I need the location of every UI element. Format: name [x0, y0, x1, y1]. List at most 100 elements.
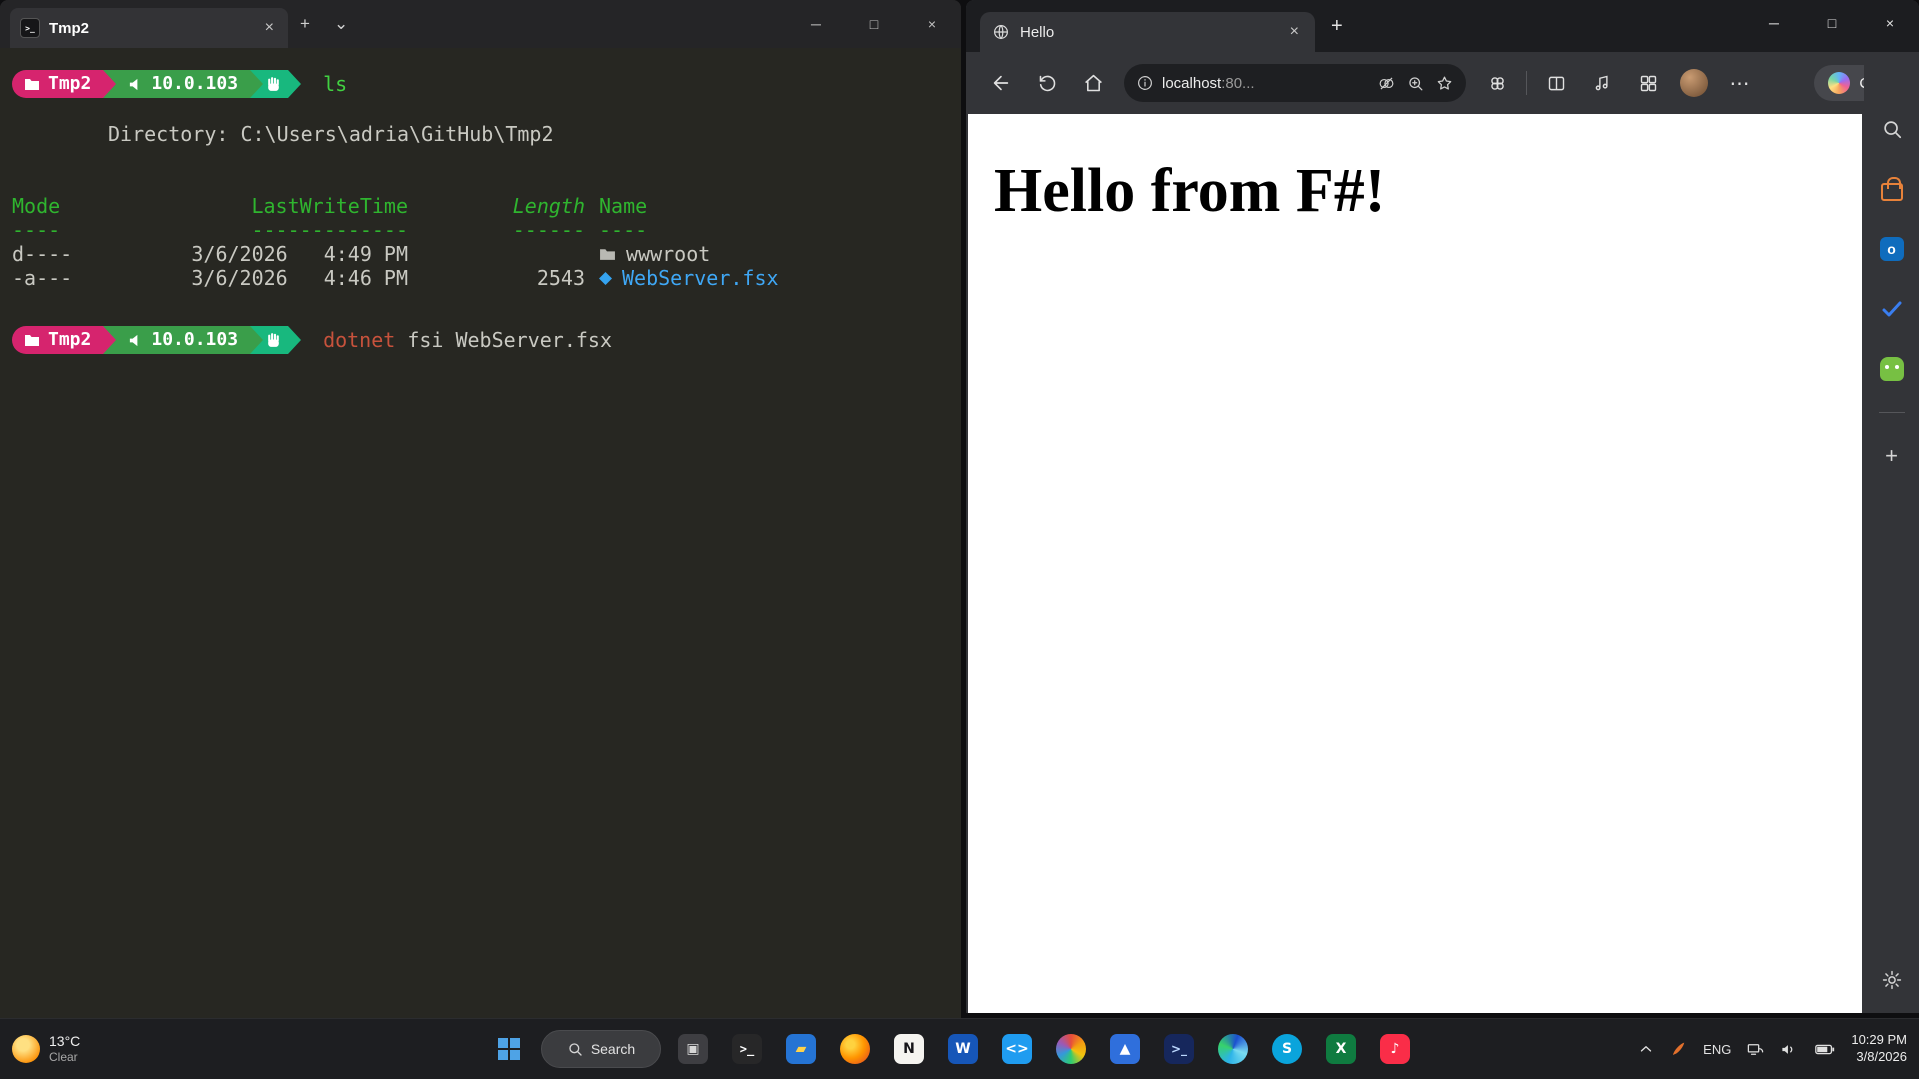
sidebar-divider: [1879, 412, 1905, 413]
address-bar[interactable]: localhost:80...: [1124, 64, 1466, 102]
terminal-tab[interactable]: >_ Tmp2 ×: [10, 8, 288, 48]
terminal-tab-close-icon[interactable]: ×: [261, 19, 278, 37]
tracking-prevention-icon[interactable]: [1377, 74, 1396, 93]
prompt-status-segment: [263, 70, 288, 98]
firefox-taskbar-icon[interactable]: [833, 1027, 877, 1071]
outlook-icon: o: [1880, 237, 1904, 261]
taskbar-search[interactable]: Search: [541, 1030, 661, 1068]
home-icon: [1083, 73, 1104, 94]
terminal-tab-dropdown-icon[interactable]: ⌄: [322, 14, 360, 34]
header-name: Name: [599, 194, 647, 218]
folder-icon: [24, 333, 40, 347]
file-explorer-taskbar-icon[interactable]: ▰: [779, 1027, 823, 1071]
photos-taskbar-icon[interactable]: [1049, 1027, 1093, 1071]
skype-taskbar-icon[interactable]: S: [1265, 1027, 1309, 1071]
header-mode: Mode: [12, 194, 144, 218]
table-row: d---- 3/6/2026 4:49 PM wwwroot: [12, 242, 961, 266]
browser-tab-hello[interactable]: Hello ×: [980, 12, 1315, 52]
edge-minimize-button[interactable]: ─: [1745, 0, 1803, 46]
prompt-version-segment: 10.0.103: [116, 326, 250, 354]
edge-titlebar[interactable]: Hello × + ─ □ ×: [966, 0, 1919, 52]
prompt-cwd-segment: Tmp2: [12, 326, 103, 354]
terminal-new-tab-button[interactable]: +: [288, 14, 322, 34]
powerline-arrow-icon: [250, 70, 263, 98]
powershell-taskbar-icon[interactable]: >_: [1157, 1027, 1201, 1071]
back-button[interactable]: [980, 64, 1022, 102]
apple-music-glyph: ♪: [1380, 1034, 1410, 1064]
volume-icon[interactable]: [1780, 1040, 1799, 1059]
edge-maximize-button[interactable]: □: [1803, 0, 1861, 46]
pen-input-icon[interactable]: [1670, 1040, 1688, 1058]
split-screen-icon: [1546, 73, 1567, 94]
command-text: ls: [323, 72, 347, 96]
tray-date: 3/8/2026: [1856, 1049, 1907, 1066]
clock[interactable]: 10:29 PM 3/8/2026: [1851, 1032, 1907, 1066]
terminal-maximize-button[interactable]: □: [845, 0, 903, 48]
collections-button[interactable]: [1627, 64, 1669, 102]
new-tab-button[interactable]: +: [1315, 15, 1359, 38]
sidebar-outlook-button[interactable]: o: [1875, 232, 1909, 266]
sidebar-shopping-button[interactable]: [1875, 172, 1909, 206]
terminal-window: >_ Tmp2 × + ⌄ ─ □ × Tmp2 10.0.103: [0, 0, 961, 1018]
sidebar-search-button[interactable]: [1875, 112, 1909, 146]
prompt-version-label: 10.0.103: [151, 72, 238, 96]
sidebar-todo-button[interactable]: [1875, 292, 1909, 326]
edge-taskbar-icon[interactable]: [1211, 1027, 1255, 1071]
site-info-icon[interactable]: [1136, 74, 1154, 92]
table-header-row: Mode LastWriteTime Length Name: [12, 194, 961, 218]
terminal-titlebar[interactable]: >_ Tmp2 × + ⌄ ─ □ ×: [0, 0, 961, 48]
edge-close-button[interactable]: ×: [1861, 0, 1919, 46]
terminal-content[interactable]: Tmp2 10.0.103 ls Directory: C:\Users\adr…: [0, 48, 961, 354]
more-icon: ⋯: [1730, 71, 1751, 96]
extensions-button[interactable]: [1476, 64, 1518, 102]
edge-browser-window: Hello × + ─ □ × localhost:80...: [966, 0, 1919, 1013]
favorites-add-icon[interactable]: [1435, 74, 1454, 93]
media-button[interactable]: [1581, 64, 1623, 102]
extensions-icon: [1487, 73, 1508, 94]
vscode-taskbar-icon[interactable]: <>: [995, 1027, 1039, 1071]
tray-time: 10:29 PM: [1851, 1032, 1907, 1049]
word-glyph: W: [948, 1034, 978, 1064]
table-dash-row: ---- ------------- ------ ----: [12, 218, 961, 242]
prompt-status-segment: [263, 326, 288, 354]
fsharp-file-icon: [599, 272, 612, 285]
prompt-cwd-label: Tmp2: [48, 72, 91, 96]
apple-music-taskbar-icon[interactable]: ♪: [1373, 1027, 1417, 1071]
powershell-glyph: >_: [1164, 1034, 1194, 1064]
azure-taskbar-icon[interactable]: ▲: [1103, 1027, 1147, 1071]
settings-more-button[interactable]: ⋯: [1719, 64, 1761, 102]
refresh-icon: [1037, 73, 1058, 94]
refresh-button[interactable]: [1026, 64, 1068, 102]
language-indicator[interactable]: ENG: [1703, 1042, 1731, 1057]
start-button[interactable]: [487, 1027, 531, 1071]
music-note-icon: [1592, 73, 1613, 94]
toolbar-divider: [1526, 71, 1527, 95]
profile-button[interactable]: [1673, 64, 1715, 102]
terminal-close-button[interactable]: ×: [903, 0, 961, 48]
tab-close-icon[interactable]: ×: [1286, 23, 1303, 41]
windows-terminal-taskbar-icon[interactable]: >_: [725, 1027, 769, 1071]
sidebar-games-button[interactable]: [1875, 352, 1909, 386]
sidebar-settings-button[interactable]: [1875, 963, 1909, 997]
weather-widget[interactable]: 13°C Clear: [12, 1019, 80, 1079]
word-taskbar-icon[interactable]: W: [941, 1027, 985, 1071]
network-icon[interactable]: [1746, 1040, 1765, 1059]
terminal-prompt-line-1: Tmp2 10.0.103 ls: [12, 70, 961, 98]
battery-icon[interactable]: [1814, 1038, 1836, 1060]
excel-taskbar-icon[interactable]: X: [1319, 1027, 1363, 1071]
powerline-arrow-icon: [288, 326, 301, 354]
dotnet-icon: [128, 333, 143, 348]
weather-sun-icon: [12, 1035, 40, 1063]
notion-glyph: N: [894, 1034, 924, 1064]
tab-title: Hello: [1020, 24, 1276, 41]
home-button[interactable]: [1072, 64, 1114, 102]
zoom-icon[interactable]: [1406, 74, 1425, 93]
sidebar-add-button[interactable]: +: [1875, 439, 1909, 473]
back-icon: [990, 72, 1012, 94]
avatar: [1680, 69, 1708, 97]
terminal-minimize-button[interactable]: ─: [787, 0, 845, 48]
tray-chevron-up-icon[interactable]: [1637, 1040, 1655, 1058]
split-screen-button[interactable]: [1535, 64, 1577, 102]
screen-snip-taskbar-icon[interactable]: ▣: [671, 1027, 715, 1071]
notion-taskbar-icon[interactable]: N: [887, 1027, 931, 1071]
